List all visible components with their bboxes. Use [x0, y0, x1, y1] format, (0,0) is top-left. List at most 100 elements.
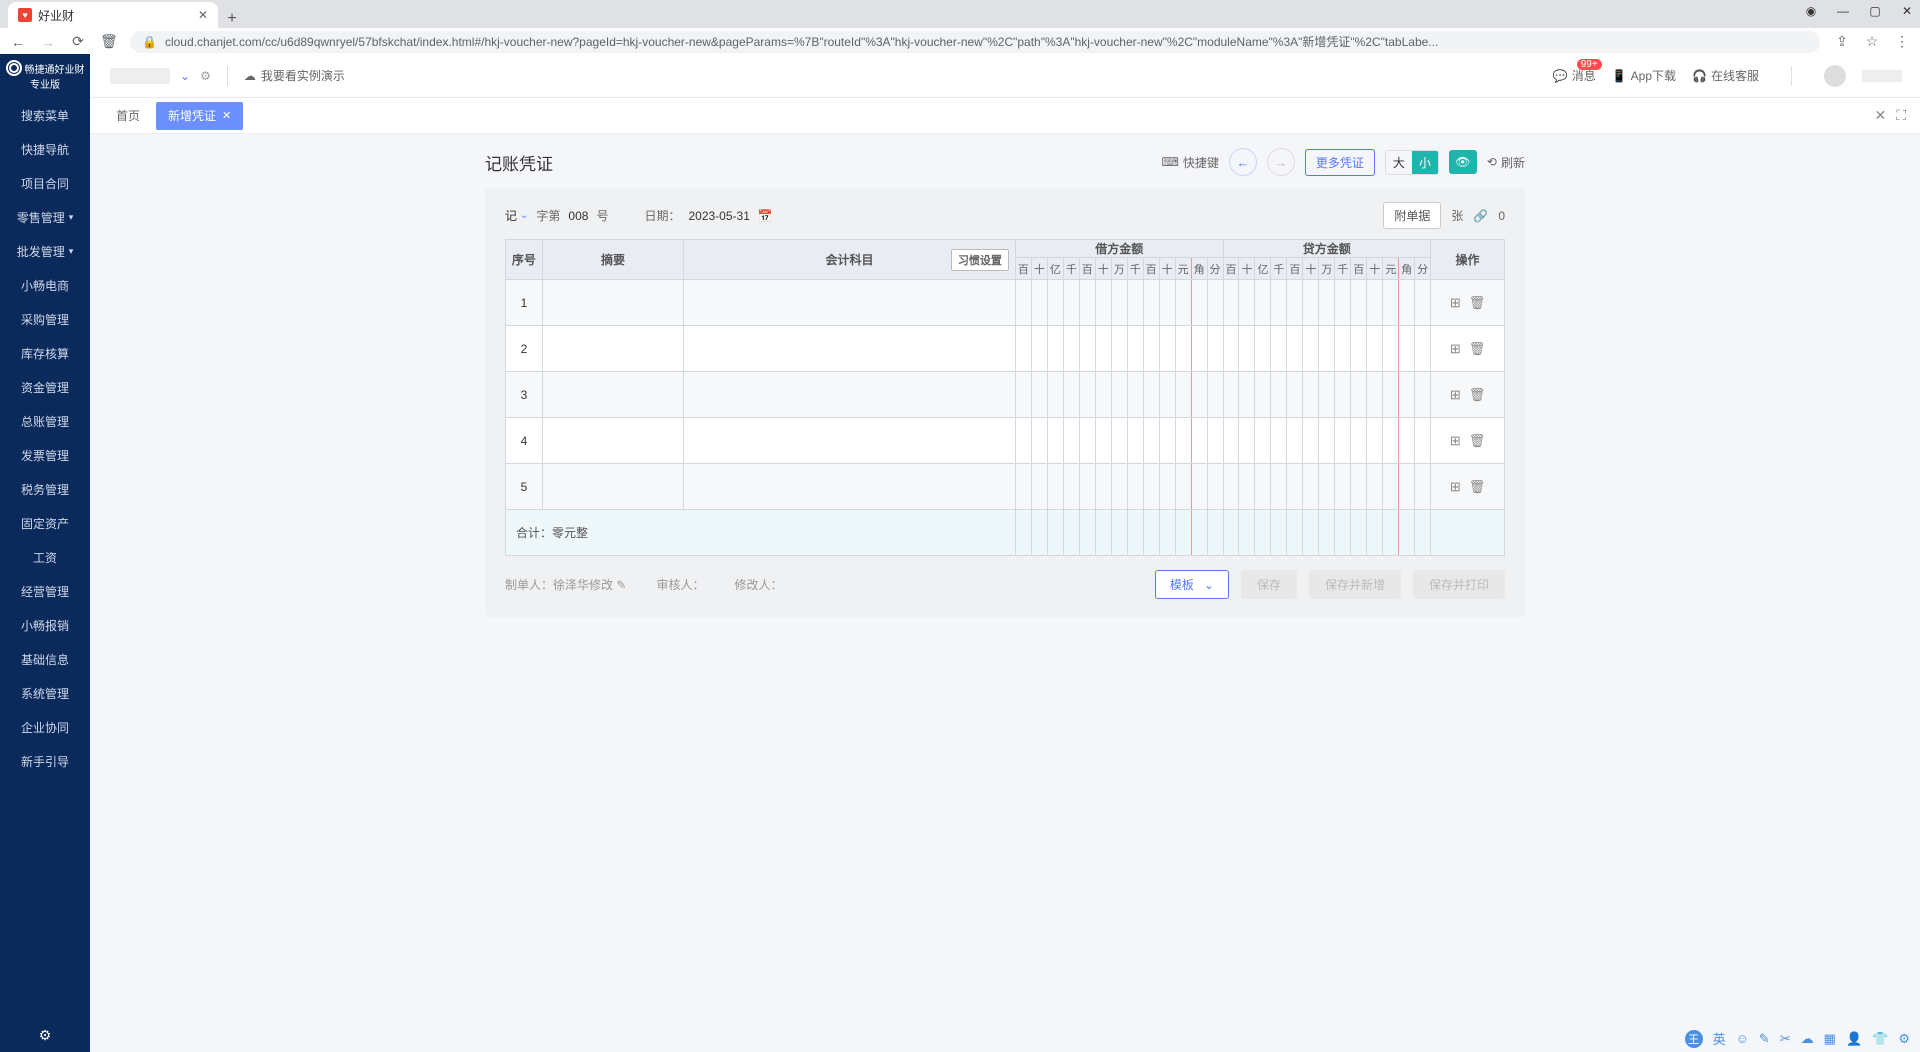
amount-cell[interactable]	[1239, 372, 1255, 418]
summary-cell[interactable]	[542, 280, 683, 326]
date-value[interactable]: 2023-05-31	[688, 209, 749, 223]
amount-cell[interactable]	[1239, 326, 1255, 372]
amount-cell[interactable]	[1079, 418, 1095, 464]
amount-cell[interactable]	[1175, 464, 1191, 510]
copy-icon[interactable]: ⊞	[1450, 341, 1461, 357]
amount-cell[interactable]	[1415, 372, 1431, 418]
copy-icon[interactable]: ⊞	[1450, 387, 1461, 403]
amount-cell[interactable]	[1127, 326, 1143, 372]
maximize-icon[interactable]: ▢	[1868, 4, 1882, 18]
amount-cell[interactable]	[1047, 280, 1063, 326]
amount-cell[interactable]	[1111, 464, 1127, 510]
amount-cell[interactable]	[1063, 418, 1079, 464]
forward-icon[interactable]: →	[40, 34, 56, 50]
share-icon[interactable]: ⇪	[1834, 33, 1850, 50]
amount-cell[interactable]	[1287, 418, 1303, 464]
amount-cell[interactable]	[1015, 464, 1031, 510]
amount-cell[interactable]	[1399, 280, 1415, 326]
amount-cell[interactable]	[1127, 418, 1143, 464]
amount-cell[interactable]	[1351, 280, 1367, 326]
amount-cell[interactable]	[1015, 326, 1031, 372]
voucher-number[interactable]: 008	[568, 209, 588, 223]
amount-cell[interactable]	[1159, 464, 1175, 510]
amount-cell[interactable]	[1127, 464, 1143, 510]
amount-cell[interactable]	[1031, 464, 1047, 510]
avatar[interactable]	[1824, 65, 1846, 87]
amount-cell[interactable]	[1095, 418, 1111, 464]
amount-cell[interactable]	[1063, 326, 1079, 372]
ime-gear-icon[interactable]: ⚙	[1898, 1031, 1910, 1047]
tab-close-icon[interactable]: ✕	[222, 109, 231, 122]
close-window-icon[interactable]: ✕	[1900, 4, 1914, 18]
amount-cell[interactable]	[1287, 280, 1303, 326]
amount-cell[interactable]	[1079, 372, 1095, 418]
next-button[interactable]: →	[1267, 148, 1295, 176]
amount-cell[interactable]	[1143, 418, 1159, 464]
summary-cell[interactable]	[542, 372, 683, 418]
sidebar-item[interactable]: 批发管理	[0, 234, 90, 268]
browser-tab[interactable]: ♥ 好业财 ✕	[8, 2, 218, 28]
amount-cell[interactable]	[1079, 280, 1095, 326]
amount-cell[interactable]	[1047, 418, 1063, 464]
account-icon[interactable]: ◉	[1804, 4, 1818, 18]
amount-cell[interactable]	[1383, 326, 1399, 372]
amount-cell[interactable]	[1303, 326, 1319, 372]
sidebar-item[interactable]: 固定资产	[0, 506, 90, 540]
amount-cell[interactable]	[1191, 280, 1207, 326]
amount-cell[interactable]	[1335, 326, 1351, 372]
amount-cell[interactable]	[1143, 372, 1159, 418]
amount-cell[interactable]	[1095, 372, 1111, 418]
amount-cell[interactable]	[1079, 326, 1095, 372]
amount-cell[interactable]	[1223, 464, 1239, 510]
amount-cell[interactable]	[1207, 280, 1223, 326]
copy-icon[interactable]: ⊞	[1450, 295, 1461, 311]
amount-cell[interactable]	[1031, 326, 1047, 372]
save-new-button[interactable]: 保存并新增	[1309, 570, 1401, 599]
amount-cell[interactable]	[1287, 464, 1303, 510]
amount-cell[interactable]	[1351, 418, 1367, 464]
amount-cell[interactable]	[1191, 418, 1207, 464]
sidebar-item[interactable]: 发票管理	[0, 438, 90, 472]
amount-cell[interactable]	[1271, 418, 1287, 464]
amount-cell[interactable]	[1303, 280, 1319, 326]
amount-cell[interactable]	[1175, 326, 1191, 372]
amount-cell[interactable]	[1191, 464, 1207, 510]
amount-cell[interactable]	[1207, 418, 1223, 464]
ime-cloud-icon[interactable]: ☁	[1801, 1031, 1814, 1047]
sidebar-item[interactable]: 新手引导	[0, 744, 90, 778]
amount-cell[interactable]	[1031, 418, 1047, 464]
amount-cell[interactable]	[1415, 418, 1431, 464]
amount-cell[interactable]	[1351, 326, 1367, 372]
amount-cell[interactable]	[1223, 372, 1239, 418]
amount-cell[interactable]	[1367, 418, 1383, 464]
amount-cell[interactable]	[1255, 280, 1271, 326]
amount-cell[interactable]	[1063, 464, 1079, 510]
amount-cell[interactable]	[1383, 372, 1399, 418]
amount-cell[interactable]	[1095, 280, 1111, 326]
amount-cell[interactable]	[1079, 464, 1095, 510]
amount-cell[interactable]	[1223, 418, 1239, 464]
sidebar-item[interactable]: 采购管理	[0, 302, 90, 336]
amount-cell[interactable]	[1143, 464, 1159, 510]
amount-cell[interactable]	[1255, 418, 1271, 464]
refresh-button[interactable]: ⟲刷新	[1487, 154, 1525, 171]
star-icon[interactable]: ☆	[1864, 33, 1880, 50]
amount-cell[interactable]	[1255, 372, 1271, 418]
sidebar-item[interactable]: 快捷导航	[0, 132, 90, 166]
amount-cell[interactable]	[1223, 326, 1239, 372]
size-big[interactable]: 大	[1386, 151, 1412, 174]
delete-icon[interactable]: 🗑	[1469, 295, 1486, 311]
settings-gear-icon[interactable]: ⚙	[0, 1027, 90, 1044]
trash-icon[interactable]: 🗑	[100, 33, 116, 50]
fullscreen-icon[interactable]: ⛶	[1896, 107, 1906, 124]
amount-cell[interactable]	[1159, 418, 1175, 464]
gear-icon[interactable]: ⚙	[200, 69, 211, 83]
amount-cell[interactable]	[1191, 326, 1207, 372]
tab-home[interactable]: 首页	[104, 102, 152, 130]
amount-cell[interactable]	[1031, 280, 1047, 326]
delete-icon[interactable]: 🗑	[1469, 341, 1486, 357]
delete-icon[interactable]: 🗑	[1469, 387, 1486, 403]
sidebar-item[interactable]: 经营管理	[0, 574, 90, 608]
preview-button[interactable]: 👁	[1449, 150, 1477, 174]
summary-cell[interactable]	[542, 418, 683, 464]
